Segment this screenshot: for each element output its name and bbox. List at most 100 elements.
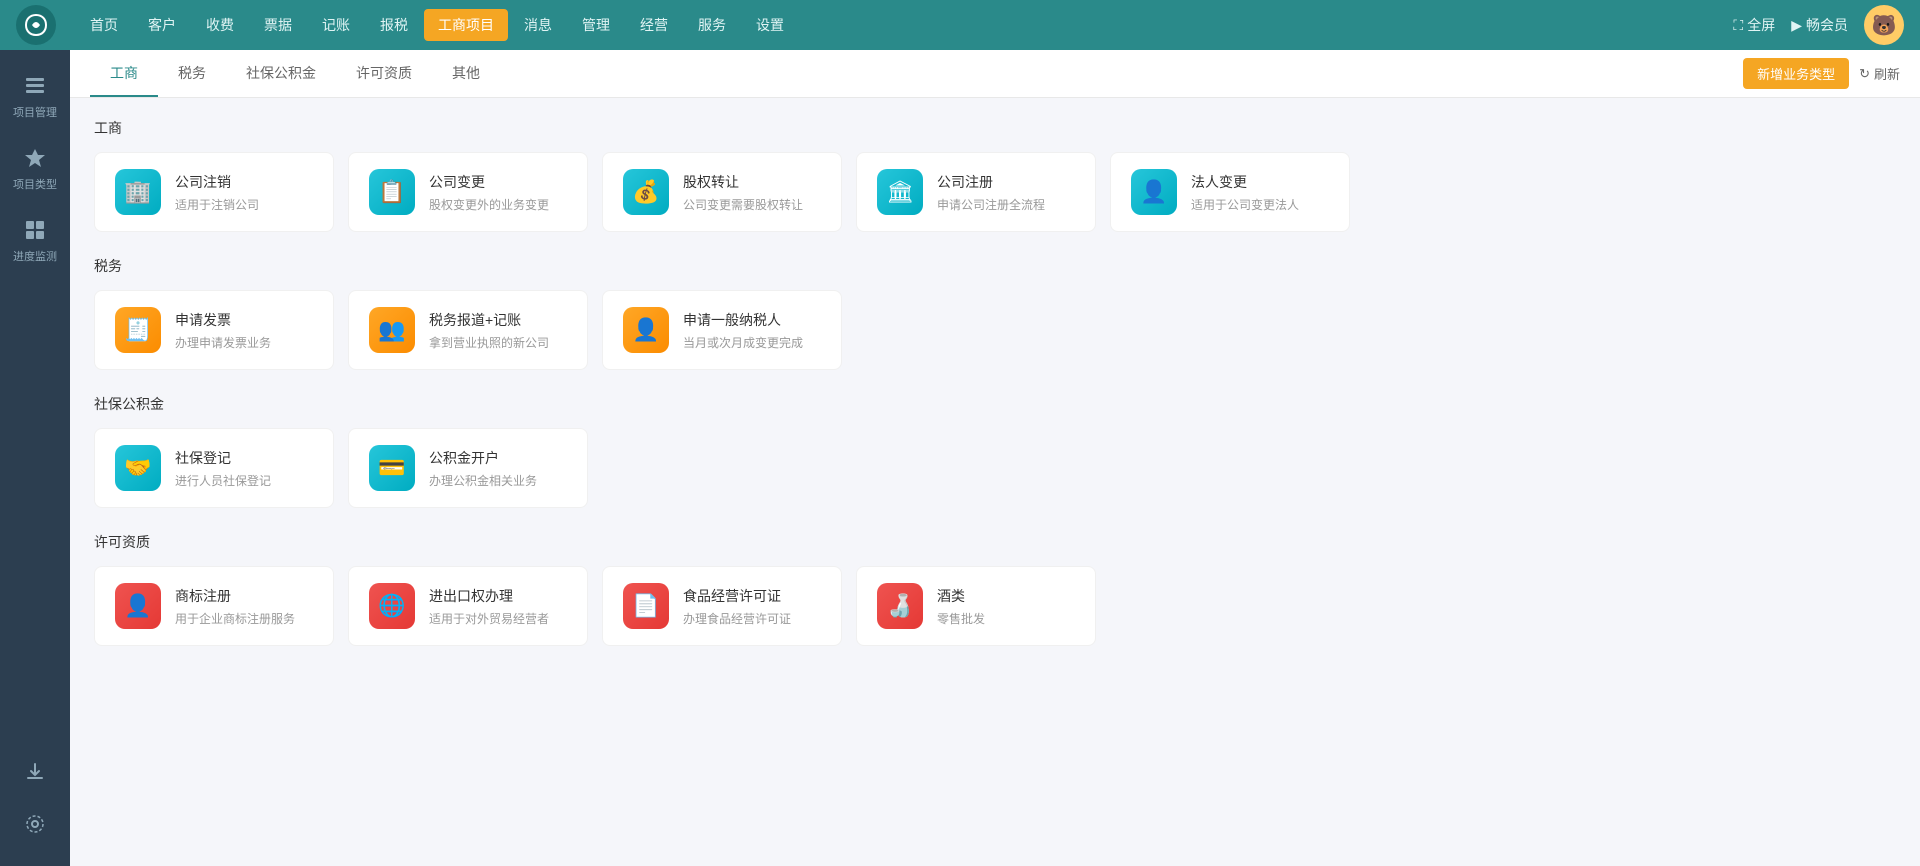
card-text: 公司注销适用于注销公司	[175, 172, 259, 213]
card-text: 商标注册用于企业商标注册服务	[175, 586, 295, 627]
tab-工商[interactable]: 工商	[90, 51, 158, 97]
card-text: 税务报道+记账拿到营业执照的新公司	[429, 310, 549, 351]
nav-item-客户[interactable]: 客户	[134, 9, 190, 41]
service-card-股权转让[interactable]: 💰 股权转让公司变更需要股权转让	[602, 152, 842, 232]
card-desc: 进行人员社保登记	[175, 472, 271, 489]
service-card-商标注册[interactable]: 👤商标注册用于企业商标注册服务	[94, 566, 334, 646]
member-icon: ▶	[1791, 17, 1802, 34]
card-icon: 🏛	[877, 169, 923, 215]
top-nav-right: ⛶ 全屏 ▶ 畅会员 🐻	[1733, 5, 1904, 45]
nav-item-首页[interactable]: 首页	[76, 9, 132, 41]
nav-item-记账[interactable]: 记账	[308, 9, 364, 41]
member-button[interactable]: ▶ 畅会员	[1791, 15, 1848, 35]
card-desc: 适用于注销公司	[175, 196, 259, 213]
sidebar-item-label: 项目类型	[13, 176, 57, 192]
card-icon: 🤝	[115, 445, 161, 491]
tab-其他[interactable]: 其他	[432, 51, 500, 97]
card-title: 公积金开户	[429, 448, 537, 468]
card-desc: 零售批发	[937, 610, 985, 627]
card-icon: 📄	[623, 583, 669, 629]
nav-item-管理[interactable]: 管理	[568, 9, 624, 41]
fullscreen-button[interactable]: ⛶ 全屏	[1733, 15, 1775, 35]
service-card-申请一般纳税人[interactable]: 👤申请一般纳税人当月或次月成变更完成	[602, 290, 842, 370]
progress-icon	[21, 216, 49, 244]
download-icon	[21, 758, 49, 786]
card-text: 法人变更适用于公司变更法人	[1191, 172, 1299, 213]
card-text: 申请发票办理申请发票业务	[175, 310, 271, 351]
top-navigation: 首页客户收费票据记账报税工商项目消息管理经营服务设置 ⛶ 全屏 ▶ 畅会员 🐻	[0, 0, 1920, 50]
card-icon: 👤	[623, 307, 669, 353]
card-title: 公司变更	[429, 172, 549, 192]
cards-grid: 👤商标注册用于企业商标注册服务🌐进出口权办理适用于对外贸易经营者 📄 食品经营许可证…	[94, 566, 1896, 646]
nav-item-经营[interactable]: 经营	[626, 9, 682, 41]
nav-item-票据[interactable]: 票据	[250, 9, 306, 41]
card-title: 公司注销	[175, 172, 259, 192]
nav-item-报税[interactable]: 报税	[366, 9, 422, 41]
cards-grid: 🧾申请发票办理申请发票业务👥税务报道+记账拿到营业执照的新公司👤申请一般纳税人当…	[94, 290, 1896, 370]
card-text: 进出口权办理适用于对外贸易经营者	[429, 586, 549, 627]
tab-许可资质[interactable]: 许可资质	[336, 51, 432, 97]
card-text: 社保登记进行人员社保登记	[175, 448, 271, 489]
service-card-法人变更[interactable]: 👤 法人变更适用于公司变更法人	[1110, 152, 1350, 232]
service-card-公积金开户[interactable]: 💳公积金开户办理公积金相关业务	[348, 428, 588, 508]
service-card-公司注销[interactable]: 🏢公司注销适用于注销公司	[94, 152, 334, 232]
card-title: 申请发票	[175, 310, 271, 330]
fullscreen-label: 全屏	[1747, 15, 1775, 35]
card-desc: 适用于公司变更法人	[1191, 196, 1299, 213]
sidebar-download[interactable]	[0, 746, 70, 798]
tab-社保公积金[interactable]: 社保公积金	[226, 51, 336, 97]
card-icon: 🍶	[877, 583, 923, 629]
member-label: 畅会员	[1806, 15, 1848, 35]
card-title: 社保登记	[175, 448, 271, 468]
card-text: 公司变更股权变更外的业务变更	[429, 172, 549, 213]
card-desc: 公司变更需要股权转让	[683, 196, 803, 213]
card-icon: 💰	[623, 169, 669, 215]
tab-bar-right: 新增业务类型 ↻ 刷新	[1743, 58, 1900, 89]
mascot-icon: 🐻	[1864, 5, 1904, 45]
tab-税务[interactable]: 税务	[158, 51, 226, 97]
section-title: 税务	[94, 256, 1896, 276]
card-icon: 👤	[1131, 169, 1177, 215]
sidebar-item-project-type[interactable]: 项目类型	[0, 132, 70, 204]
cards-grid: 🤝社保登记进行人员社保登记💳公积金开户办理公积金相关业务	[94, 428, 1896, 508]
project-type-icon	[21, 144, 49, 172]
service-card-公司变更[interactable]: 📋 公司变更股权变更外的业务变更	[348, 152, 588, 232]
card-desc: 拿到营业执照的新公司	[429, 334, 549, 351]
sidebar-item-progress[interactable]: 进度监测	[0, 204, 70, 276]
nav-item-收费[interactable]: 收费	[192, 9, 248, 41]
section-title: 社保公积金	[94, 394, 1896, 414]
content-area: 工商税务社保公积金许可资质其他 新增业务类型 ↻ 刷新 工商🏢公司注销适用于注销…	[70, 50, 1920, 866]
nav-item-服务[interactable]: 服务	[684, 9, 740, 41]
card-icon: 📋	[369, 169, 415, 215]
card-title: 公司注册	[937, 172, 1045, 192]
card-desc: 办理申请发票业务	[175, 334, 271, 351]
card-title: 商标注册	[175, 586, 295, 606]
card-text: 股权转让公司变更需要股权转让	[683, 172, 803, 213]
service-card-社保登记[interactable]: 🤝 社保登记进行人员社保登记	[94, 428, 334, 508]
nav-item-设置[interactable]: 设置	[742, 9, 798, 41]
main-layout: 项目管理 项目类型 进度监测	[0, 50, 1920, 866]
service-card-进出口权办理[interactable]: 🌐进出口权办理适用于对外贸易经营者	[348, 566, 588, 646]
nav-item-工商项目[interactable]: 工商项目	[424, 9, 508, 41]
service-card-公司注册[interactable]: 🏛 公司注册申请公司注册全流程	[856, 152, 1096, 232]
refresh-button[interactable]: ↻ 刷新	[1859, 64, 1900, 83]
service-card-申请发票[interactable]: 🧾申请发票办理申请发票业务	[94, 290, 334, 370]
tabs: 工商税务社保公积金许可资质其他	[90, 51, 1743, 96]
card-title: 食品经营许可证	[683, 586, 791, 606]
new-type-button[interactable]: 新增业务类型	[1743, 58, 1849, 89]
cards-grid: 🏢公司注销适用于注销公司📋公司变更股权变更外的业务变更💰股权转让公司变更需要股权…	[94, 152, 1896, 232]
nav-item-消息[interactable]: 消息	[510, 9, 566, 41]
card-desc: 股权变更外的业务变更	[429, 196, 549, 213]
service-card-税务报道+记账[interactable]: 👥税务报道+记账拿到营业执照的新公司	[348, 290, 588, 370]
service-card-酒类[interactable]: 🍶 酒类零售批发	[856, 566, 1096, 646]
card-title: 酒类	[937, 586, 985, 606]
card-desc: 办理公积金相关业务	[429, 472, 537, 489]
settings-icon	[21, 810, 49, 838]
sidebar-item-project-management[interactable]: 项目管理	[0, 60, 70, 132]
section-社保公积金: 社保公积金🤝社保登记进行人员社保登记💳公积金开户办理公积金相关业务	[94, 394, 1896, 508]
card-desc: 申请公司注册全流程	[937, 196, 1045, 213]
sidebar-settings[interactable]	[0, 798, 70, 850]
service-card-食品经营许可证[interactable]: 📄食品经营许可证办理食品经营许可证	[602, 566, 842, 646]
card-desc: 适用于对外贸易经营者	[429, 610, 549, 627]
section-税务: 税务🧾申请发票办理申请发票业务👥税务报道+记账拿到营业执照的新公司👤申请一般纳税…	[94, 256, 1896, 370]
